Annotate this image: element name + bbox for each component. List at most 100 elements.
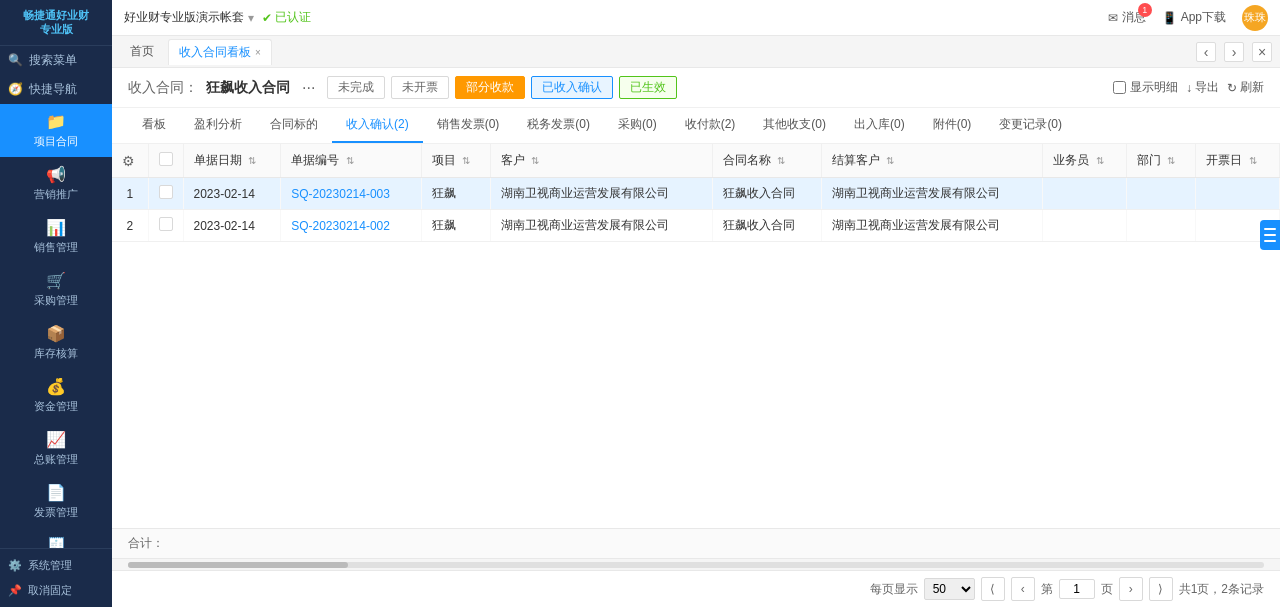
sub-tab-tax-invoice[interactable]: 税务发票(0) [513,108,604,143]
col-settle-customer-header[interactable]: 结算客户 ⇅ [821,144,1043,178]
sidebar-item-sales[interactable]: 📊 销售管理 [0,210,112,263]
chevron-left-icon: ‹ [1204,44,1209,60]
col-salesperson-header[interactable]: 业务员 ⇅ [1043,144,1127,178]
tax-icon: 🧾 [46,536,66,548]
tab-next-button[interactable]: › [1224,42,1244,62]
sidebar-item-quick-nav[interactable]: 🧭 快捷导航 [0,75,112,104]
message-button[interactable]: ✉ 1 消息 [1108,9,1146,26]
col-project-header[interactable]: 项目 ⇅ [421,144,491,178]
row-department-0 [1126,178,1196,210]
sidebar-item-label: 销售管理 [34,240,78,255]
user-avatar-area[interactable]: 珠珠 [1242,5,1268,31]
tab-close-button[interactable]: × [255,47,261,58]
sidebar-item-invoice[interactable]: 📄 发票管理 [0,475,112,528]
settings-icon[interactable]: ⚙ [122,153,135,169]
fund-icon: 💰 [46,377,66,396]
col-contract-name-header[interactable]: 合同名称 ⇅ [712,144,821,178]
row-checkbox-1[interactable] [148,210,183,242]
company-selector[interactable]: 好业财专业版演示帐套 ▾ [124,9,254,26]
select-all-checkbox[interactable] [159,152,173,166]
row-contract-name-0: 狂飙收入合同 [712,178,821,210]
next-page-button[interactable]: › [1119,577,1143,601]
sidebar-item-unpin[interactable]: 📌 取消固定 [0,578,112,603]
per-page-label: 每页显示 [870,581,918,598]
tab-home[interactable]: 首页 [120,39,164,64]
tab-contract-board[interactable]: 收入合同看板 × [168,39,272,65]
refresh-button[interactable]: ↻ 刷新 [1227,79,1264,96]
system-icon: ⚙️ [8,559,22,572]
prev-page-button[interactable]: ‹ [1011,577,1035,601]
first-page-button[interactable]: ⟨ [981,577,1005,601]
sort-dept-icon: ⇅ [1167,155,1175,166]
col-date-header[interactable]: 单据日期 ⇅ [183,144,281,178]
col-salesperson-label: 业务员 [1053,153,1089,167]
row-select-checkbox-0[interactable] [159,185,173,199]
tab-prev-button[interactable]: ‹ [1196,42,1216,62]
col-customer-header[interactable]: 客户 ⇅ [491,144,713,178]
sidebar-item-inventory[interactable]: 📦 库存核算 [0,316,112,369]
horizontal-scrollbar[interactable] [112,558,1280,570]
logo-text-line1: 畅捷通好业财 [23,8,89,22]
contract-status-bar: 未完成 未开票 部分收款 已收入确认 已生效 [327,76,677,99]
app-download-icon: 📱 [1162,11,1177,25]
sub-tab-attachment[interactable]: 附件(0) [919,108,986,143]
sub-tab-revenue-confirm[interactable]: 收入确认(2) [332,108,423,143]
status-btn-revenue-confirmed[interactable]: 已收入确认 [531,76,613,99]
sub-tab-purchase[interactable]: 采购(0) [604,108,671,143]
sub-tab-profit[interactable]: 盈利分析 [180,108,256,143]
sidebar-item-purchase[interactable]: 🛒 采购管理 [0,263,112,316]
right-sidebar-toggle[interactable] [1260,220,1280,250]
status-btn-uninvoiced[interactable]: 未开票 [391,76,449,99]
per-page-select[interactable]: 20 50 100 [924,578,975,600]
sub-tab-board[interactable]: 看板 [128,108,180,143]
sort-salesperson-icon: ⇅ [1096,155,1104,166]
col-department-header[interactable]: 部门 ⇅ [1126,144,1196,178]
app-download-button[interactable]: 📱 App下载 [1162,9,1226,26]
first-icon: ⟨ [990,582,995,596]
order-no-link-0[interactable]: SQ-20230214-003 [291,187,390,201]
sidebar-item-project-contract[interactable]: 📁 项目合同 [0,104,112,157]
status-btn-effective[interactable]: 已生效 [619,76,677,99]
more-options-button[interactable]: ··· [302,79,315,97]
col-order-no-label: 单据编号 [291,153,339,167]
row-select-checkbox-1[interactable] [159,217,173,231]
sidebar-item-ledger[interactable]: 📈 总账管理 [0,422,112,475]
status-btn-incomplete[interactable]: 未完成 [327,76,385,99]
data-table: ⚙ 单据日期 ⇅ 单据编号 ⇅ [112,144,1280,242]
sub-tab-warehouse[interactable]: 出入库(0) [840,108,919,143]
page-number-input[interactable] [1059,579,1095,599]
show-detail-checkbox[interactable] [1113,81,1126,94]
col-invoice-date-header[interactable]: 开票日 ⇅ [1196,144,1280,178]
sub-tab-sales-invoice[interactable]: 销售发票(0) [423,108,514,143]
tab-close-all-button[interactable]: × [1252,42,1272,62]
sidebar-item-system[interactable]: ⚙️ 系统管理 [0,553,112,578]
sub-tab-contract-subject[interactable]: 合同标的 [256,108,332,143]
sidebar-bottom-area: ⚙️ 系统管理 📌 取消固定 [0,548,112,607]
sidebar-item-search[interactable]: 🔍 搜索菜单 [0,46,112,75]
tab-active-label: 收入合同看板 [179,44,251,61]
show-detail-checkbox-area[interactable]: 显示明细 [1113,79,1178,96]
order-no-link-1[interactable]: SQ-20230214-002 [291,219,390,233]
sub-tab-payment[interactable]: 收付款(2) [671,108,750,143]
refresh-icon: ↻ [1227,81,1237,95]
col-order-no-header[interactable]: 单据编号 ⇅ [281,144,421,178]
last-icon: ⟩ [1158,582,1163,596]
sidebar-item-fund[interactable]: 💰 资金管理 [0,369,112,422]
row-customer-1: 湖南卫视商业运营发展有限公司 [491,210,713,242]
row-index-0: 1 [112,178,148,210]
row-order-no-0[interactable]: SQ-20230214-003 [281,178,421,210]
scrollbar-thumb[interactable] [128,562,348,568]
status-btn-partial-receipt[interactable]: 部分收款 [455,76,525,99]
col-invoice-date-label: 开票日 [1206,153,1242,167]
row-project-0: 狂飙 [421,178,491,210]
sub-tab-change-log[interactable]: 变更记录(0) [985,108,1076,143]
prev-icon: ‹ [1021,582,1025,596]
search-icon: 🔍 [8,53,23,67]
row-order-no-1[interactable]: SQ-20230214-002 [281,210,421,242]
sub-tab-other-income[interactable]: 其他收支(0) [749,108,840,143]
export-button[interactable]: ↓ 导出 [1186,79,1219,96]
sidebar-item-marketing[interactable]: 📢 营销推广 [0,157,112,210]
last-page-button[interactable]: ⟩ [1149,577,1173,601]
row-checkbox-0[interactable] [148,178,183,210]
sidebar-item-tax[interactable]: 🧾 税务管理 [0,528,112,548]
